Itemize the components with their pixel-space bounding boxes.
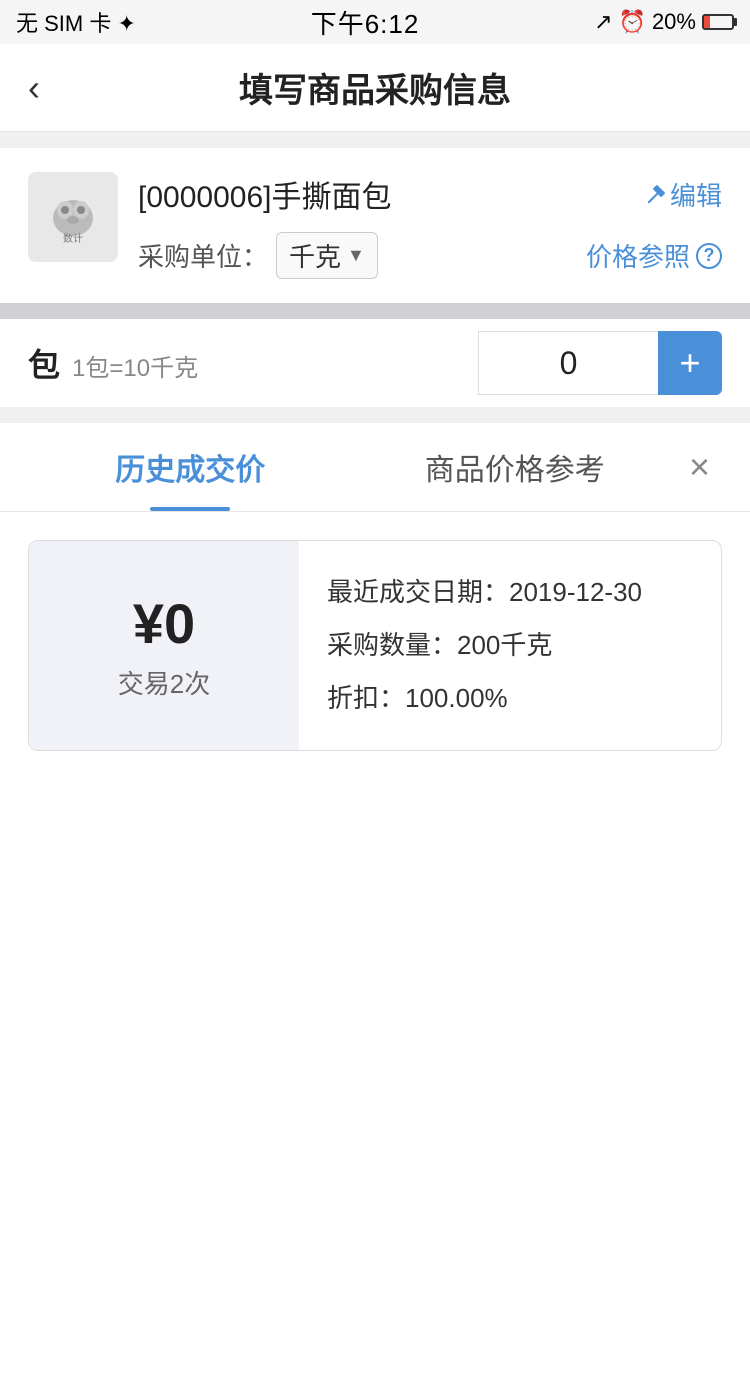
history-card: ¥0 交易2次 最近成交日期：2019-12-30 采购数量：200千克 折扣：… [28, 540, 722, 751]
quantity-input[interactable] [478, 331, 658, 395]
product-name: [0000006]手撕面包 [138, 172, 391, 216]
history-card-right: 最近成交日期：2019-12-30 采购数量：200千克 折扣：100.00% [299, 541, 721, 750]
product-info: [0000006]手撕面包 编辑 采购单位： 千克 ▼ [138, 172, 722, 279]
history-trades: 交易2次 [118, 664, 210, 701]
quantity-row: 包 1包=10千克 + [28, 319, 722, 407]
quantity-unit-main: 包 [28, 340, 60, 386]
tab-active-indicator [150, 507, 230, 511]
battery-percent: 20% [652, 9, 696, 35]
edit-label: 编辑 [670, 176, 722, 213]
product-logo: 数计 [43, 184, 103, 251]
tab-price-ref[interactable]: 商品价格参考 [352, 423, 676, 511]
product-row: 数计 [0000006]手撕面包 编辑 采购单位： [28, 172, 722, 279]
product-thumbnail: 数计 [28, 172, 118, 262]
unit-value: 千克 [289, 237, 341, 274]
status-bar: 无 SIM 卡 ✦ 下午6:12 ↗ ⏰ 20% [0, 0, 750, 44]
status-right: ↗ ⏰ 20% [594, 9, 734, 35]
history-recent-date: 最近成交日期：2019-12-30 [327, 573, 693, 612]
unit-select[interactable]: 千克 ▼ [276, 232, 378, 279]
product-id: [0000006] [138, 181, 271, 214]
unit-label: 采购单位： [138, 237, 268, 274]
history-card-left: ¥0 交易2次 [29, 541, 299, 750]
alarm-icon: ⏰ [619, 9, 646, 35]
tabs-header: 历史成交价 商品价格参考 × [0, 423, 750, 511]
sim-text: 无 SIM 卡 ✦ [16, 6, 136, 38]
quantity-label-group: 包 1包=10千克 [28, 340, 198, 386]
product-name-row: [0000006]手撕面包 编辑 [138, 172, 722, 216]
battery-icon [702, 14, 734, 30]
product-section: 数计 [0000006]手撕面包 编辑 采购单位： [0, 148, 750, 303]
svg-text:数计: 数计 [63, 232, 83, 244]
chevron-down-icon: ▼ [347, 245, 365, 266]
question-icon: ? [696, 243, 722, 269]
status-left: 无 SIM 卡 ✦ [16, 6, 136, 38]
section-divider [0, 303, 750, 319]
history-discount: 折扣：100.00% [327, 679, 693, 718]
quantity-section: 包 1包=10千克 + [0, 319, 750, 407]
page-title: 填写商品采购信息 [239, 63, 511, 112]
tab-history-label: 历史成交价 [115, 445, 265, 489]
close-button[interactable]: × [677, 446, 722, 488]
unit-row: 采购单位： 千克 ▼ 价格参照 ? [138, 232, 722, 279]
back-button[interactable]: ‹ [28, 67, 40, 109]
edit-button[interactable]: 编辑 [644, 176, 722, 213]
quantity-plus-button[interactable]: + [658, 331, 722, 395]
location-icon: ↗ [594, 9, 612, 35]
price-ref-button[interactable]: 价格参照 ? [586, 237, 722, 274]
quantity-conversion: 1包=10千克 [72, 348, 198, 383]
nav-bar: ‹ 填写商品采购信息 [0, 44, 750, 132]
product-title: 手撕面包 [271, 181, 391, 214]
bottom-area [0, 779, 750, 1379]
tab-history-price[interactable]: 历史成交价 [28, 423, 352, 511]
history-price: ¥0 [133, 591, 195, 656]
history-quantity: 采购数量：200千克 [327, 626, 693, 665]
price-ref-label: 价格参照 [586, 237, 690, 274]
history-content: ¥0 交易2次 最近成交日期：2019-12-30 采购数量：200千克 折扣：… [0, 512, 750, 779]
status-time: 下午6:12 [311, 4, 420, 41]
tab-price-ref-label: 商品价格参考 [425, 445, 605, 489]
tabs-section: 历史成交价 商品价格参考 × [0, 423, 750, 512]
quantity-input-group: + [478, 331, 722, 395]
